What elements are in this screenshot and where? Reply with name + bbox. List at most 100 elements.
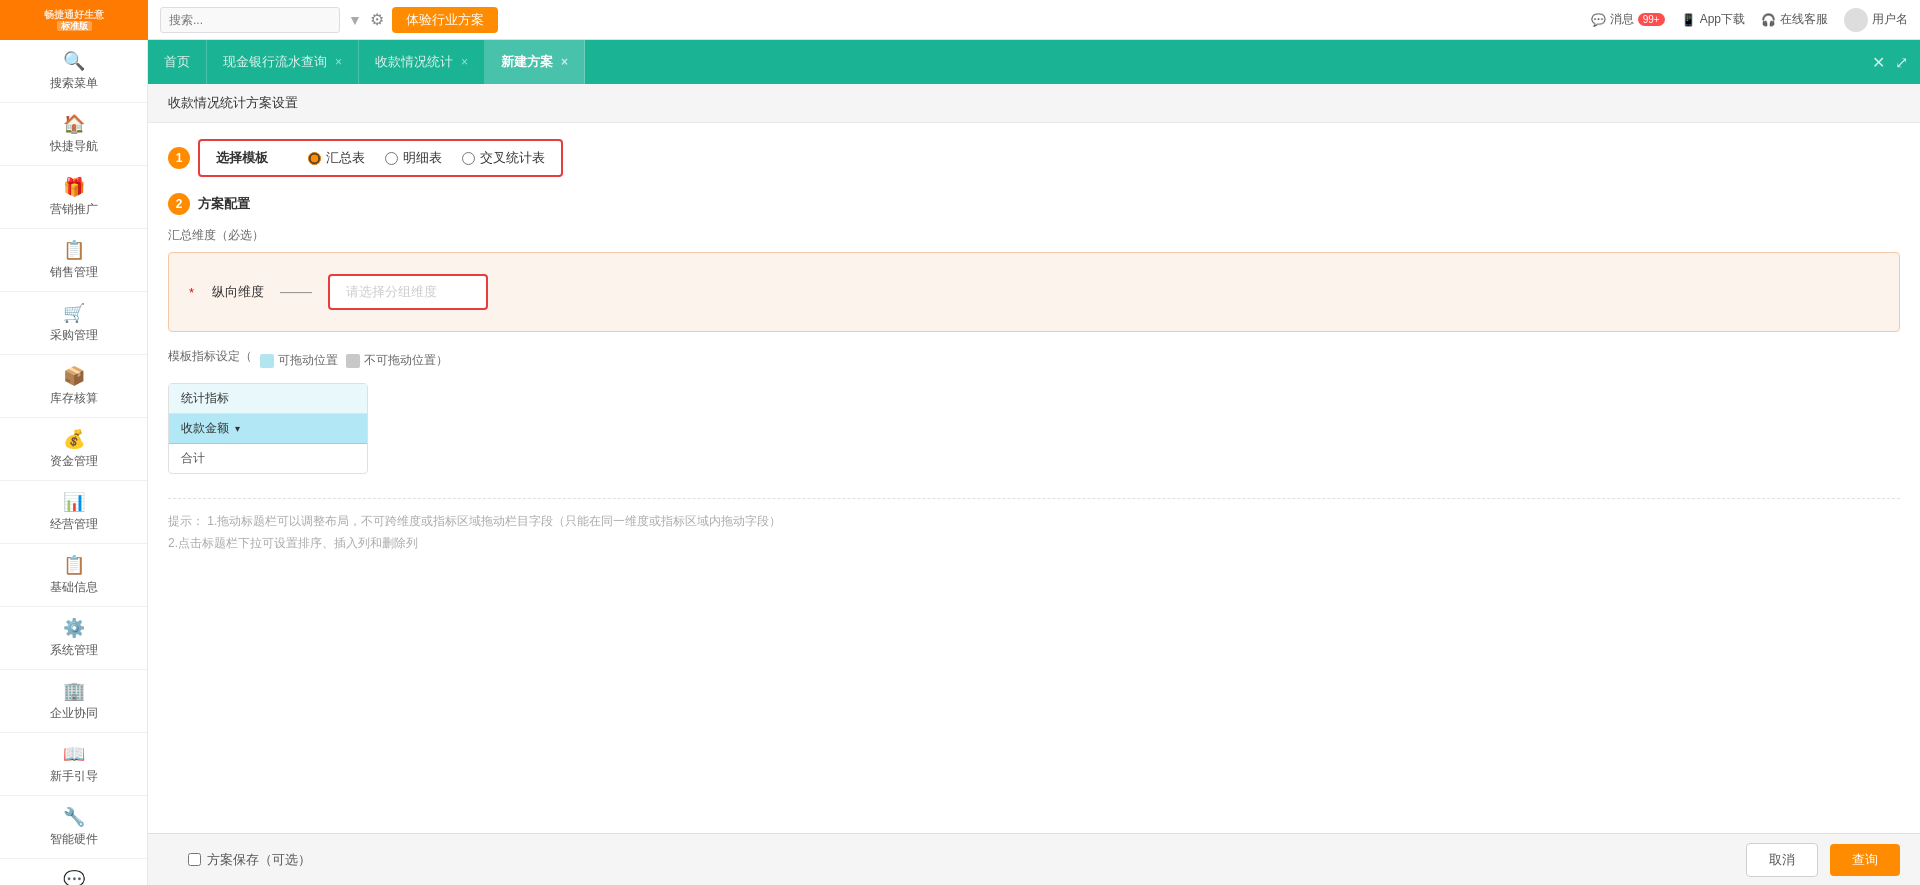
header-search-input[interactable] bbox=[160, 7, 340, 33]
sidebar-item-nav[interactable]: 🏠 快捷导航 bbox=[0, 103, 147, 166]
hint-text-2: 2.点击标题栏下拉可设置排序、插入列和删除列 bbox=[168, 533, 1900, 555]
gift-icon: 🎁 bbox=[63, 176, 85, 198]
hardware-icon: 🔧 bbox=[63, 806, 85, 828]
arrow-right-icon: —— bbox=[280, 283, 312, 301]
window-close-icon[interactable]: ✕ bbox=[1872, 53, 1885, 72]
dimension-placeholder: 请选择分组维度 bbox=[346, 283, 437, 301]
sidebar-item-search[interactable]: 🔍 搜索菜单 bbox=[0, 40, 147, 103]
tab-collection[interactable]: 收款情况统计 × bbox=[359, 40, 485, 84]
gear-icon[interactable]: ⚙ bbox=[370, 10, 384, 29]
metrics-table: 统计指标 收款金额 ▾ 合计 bbox=[168, 383, 368, 474]
sidebar-item-enterprise[interactable]: 🏢 企业协同 bbox=[0, 670, 147, 733]
trial-button[interactable]: 体验行业方案 bbox=[392, 7, 498, 33]
radio-detail-label: 明细表 bbox=[403, 149, 442, 167]
app-logo-icon: 畅捷通好生意 bbox=[44, 9, 104, 21]
save-checkbox[interactable] bbox=[188, 853, 201, 866]
guide-icon: 📖 bbox=[63, 743, 85, 765]
sidebar-item-guide[interactable]: 📖 新手引导 bbox=[0, 733, 147, 796]
service-button[interactable]: 🎧 在线客服 bbox=[1761, 11, 1828, 28]
bottom-bar: 方案保存（可选） 取消 查询 bbox=[148, 833, 1920, 885]
sidebar-item-basic[interactable]: 📋 基础信息 bbox=[0, 544, 147, 607]
draggable-legend: 可拖动位置 bbox=[260, 352, 338, 369]
user-menu[interactable]: 用户名 bbox=[1844, 8, 1908, 32]
draggable-legend-label: 可拖动位置 bbox=[278, 352, 338, 369]
dimension-row: * 纵向维度 —— 请选择分组维度 bbox=[189, 274, 488, 310]
radio-summary[interactable]: 汇总表 bbox=[308, 149, 365, 167]
radio-summary-input[interactable] bbox=[308, 152, 321, 165]
tab-newplan-label: 新建方案 bbox=[501, 53, 553, 71]
message-label: 消息 bbox=[1610, 11, 1634, 28]
wechat-icon: 💬 bbox=[63, 869, 85, 885]
sidebar-item-sales[interactable]: 📋 销售管理 bbox=[0, 229, 147, 292]
message-icon: 💬 bbox=[1591, 13, 1606, 27]
fixed-legend: 不可拖动位置） bbox=[346, 352, 448, 369]
metrics-column-label: 收款金额 bbox=[181, 420, 229, 437]
management-icon: 📊 bbox=[63, 491, 85, 513]
dimension-select-box[interactable]: 请选择分组维度 bbox=[328, 274, 488, 310]
column-dropdown-icon[interactable]: ▾ bbox=[235, 423, 240, 434]
sidebar-item-inventory[interactable]: 📦 库存核算 bbox=[0, 355, 147, 418]
download-label: App下载 bbox=[1700, 11, 1745, 28]
message-button[interactable]: 💬 消息 99+ bbox=[1591, 11, 1665, 28]
fixed-legend-dot bbox=[346, 354, 360, 368]
system-icon: ⚙️ bbox=[63, 617, 85, 639]
step1-row: 1 选择模板 汇总表 明细表 bbox=[168, 139, 1900, 177]
sidebar-item-hardware[interactable]: 🔧 智能硬件 bbox=[0, 796, 147, 859]
sidebar-label-marketing: 营销推广 bbox=[50, 201, 98, 218]
edition-badge: 标准版 bbox=[57, 21, 92, 32]
save-checkbox-label: 方案保存（可选） bbox=[207, 851, 311, 869]
finance-icon: 💰 bbox=[63, 428, 85, 450]
tab-newplan-close[interactable]: × bbox=[561, 55, 568, 69]
vertical-dimension-label: 纵向维度 bbox=[212, 283, 264, 301]
breadcrumb-text: 收款情况统计方案设置 bbox=[168, 95, 298, 110]
window-maximize-icon[interactable]: ⤢ bbox=[1895, 53, 1908, 72]
sidebar-label-finance: 资金管理 bbox=[50, 453, 98, 470]
sidebar-item-system[interactable]: ⚙️ 系统管理 bbox=[0, 607, 147, 670]
metrics-category-label: 统计指标 bbox=[181, 390, 229, 407]
radio-detail-input[interactable] bbox=[385, 152, 398, 165]
sidebar-label-enterprise: 企业协同 bbox=[50, 705, 98, 722]
dimension-section: 汇总维度（必选） * 纵向维度 —— 请选择分组维度 bbox=[168, 227, 1900, 332]
save-option[interactable]: 方案保存（可选） bbox=[188, 851, 311, 869]
metrics-column-header[interactable]: 收款金额 ▾ bbox=[169, 414, 367, 444]
sidebar-item-marketing[interactable]: 🎁 营销推广 bbox=[0, 166, 147, 229]
search-dropdown-icon[interactable]: ▼ bbox=[348, 12, 362, 28]
tab-cashflow-close[interactable]: × bbox=[335, 55, 342, 69]
dimension-section-label: 汇总维度（必选） bbox=[168, 227, 1900, 244]
cancel-button[interactable]: 取消 bbox=[1746, 843, 1818, 877]
logo: 畅捷通好生意 标准版 bbox=[0, 0, 148, 40]
sidebar-label-system: 系统管理 bbox=[50, 642, 98, 659]
sidebar: 🔍 搜索菜单 🏠 快捷导航 🎁 营销推广 📋 销售管理 🛒 采购管理 📦 库存核… bbox=[0, 40, 148, 885]
download-button[interactable]: 📱 App下载 bbox=[1681, 11, 1745, 28]
tab-home-label: 首页 bbox=[164, 53, 190, 71]
required-indicator: * bbox=[189, 285, 194, 300]
sales-icon: 📋 bbox=[63, 239, 85, 261]
sidebar-label-sales: 销售管理 bbox=[50, 264, 98, 281]
sidebar-label-management: 经营管理 bbox=[50, 516, 98, 533]
tab-bar: 首页 现金银行流水查询 × 收款情况统计 × 新建方案 × ✕ ⤢ bbox=[148, 40, 1920, 84]
metrics-config-label: 模板指标设定（ bbox=[168, 348, 252, 365]
sidebar-item-finance[interactable]: 💰 资金管理 bbox=[0, 418, 147, 481]
sidebar-item-wechat[interactable]: 💬 企业微信 bbox=[0, 859, 147, 885]
query-button[interactable]: 查询 bbox=[1830, 844, 1900, 876]
tab-collection-close[interactable]: × bbox=[461, 55, 468, 69]
tab-home[interactable]: 首页 bbox=[148, 40, 207, 84]
tab-cashflow-label: 现金银行流水查询 bbox=[223, 53, 327, 71]
sidebar-item-management[interactable]: 📊 经营管理 bbox=[0, 481, 147, 544]
inventory-icon: 📦 bbox=[63, 365, 85, 387]
tab-newplan[interactable]: 新建方案 × bbox=[485, 40, 585, 84]
radio-cross-label: 交叉统计表 bbox=[480, 149, 545, 167]
breadcrumb: 收款情况统计方案设置 bbox=[148, 84, 1920, 123]
message-badge: 99+ bbox=[1638, 13, 1665, 26]
tab-cashflow[interactable]: 现金银行流水查询 × bbox=[207, 40, 359, 84]
radio-cross[interactable]: 交叉统计表 bbox=[462, 149, 545, 167]
sidebar-label-purchase: 采购管理 bbox=[50, 327, 98, 344]
sidebar-item-purchase[interactable]: 🛒 采购管理 bbox=[0, 292, 147, 355]
step2-row: 2 方案配置 bbox=[168, 193, 1900, 215]
sidebar-label-inventory: 库存核算 bbox=[50, 390, 98, 407]
hint-text-1: 提示： 1.拖动标题栏可以调整布局，不可跨维度或指标区域拖动栏目字段（只能在同一… bbox=[168, 511, 1900, 533]
sidebar-label-basic: 基础信息 bbox=[50, 579, 98, 596]
radio-detail[interactable]: 明细表 bbox=[385, 149, 442, 167]
radio-cross-input[interactable] bbox=[462, 152, 475, 165]
metrics-body: 合计 bbox=[169, 444, 367, 473]
